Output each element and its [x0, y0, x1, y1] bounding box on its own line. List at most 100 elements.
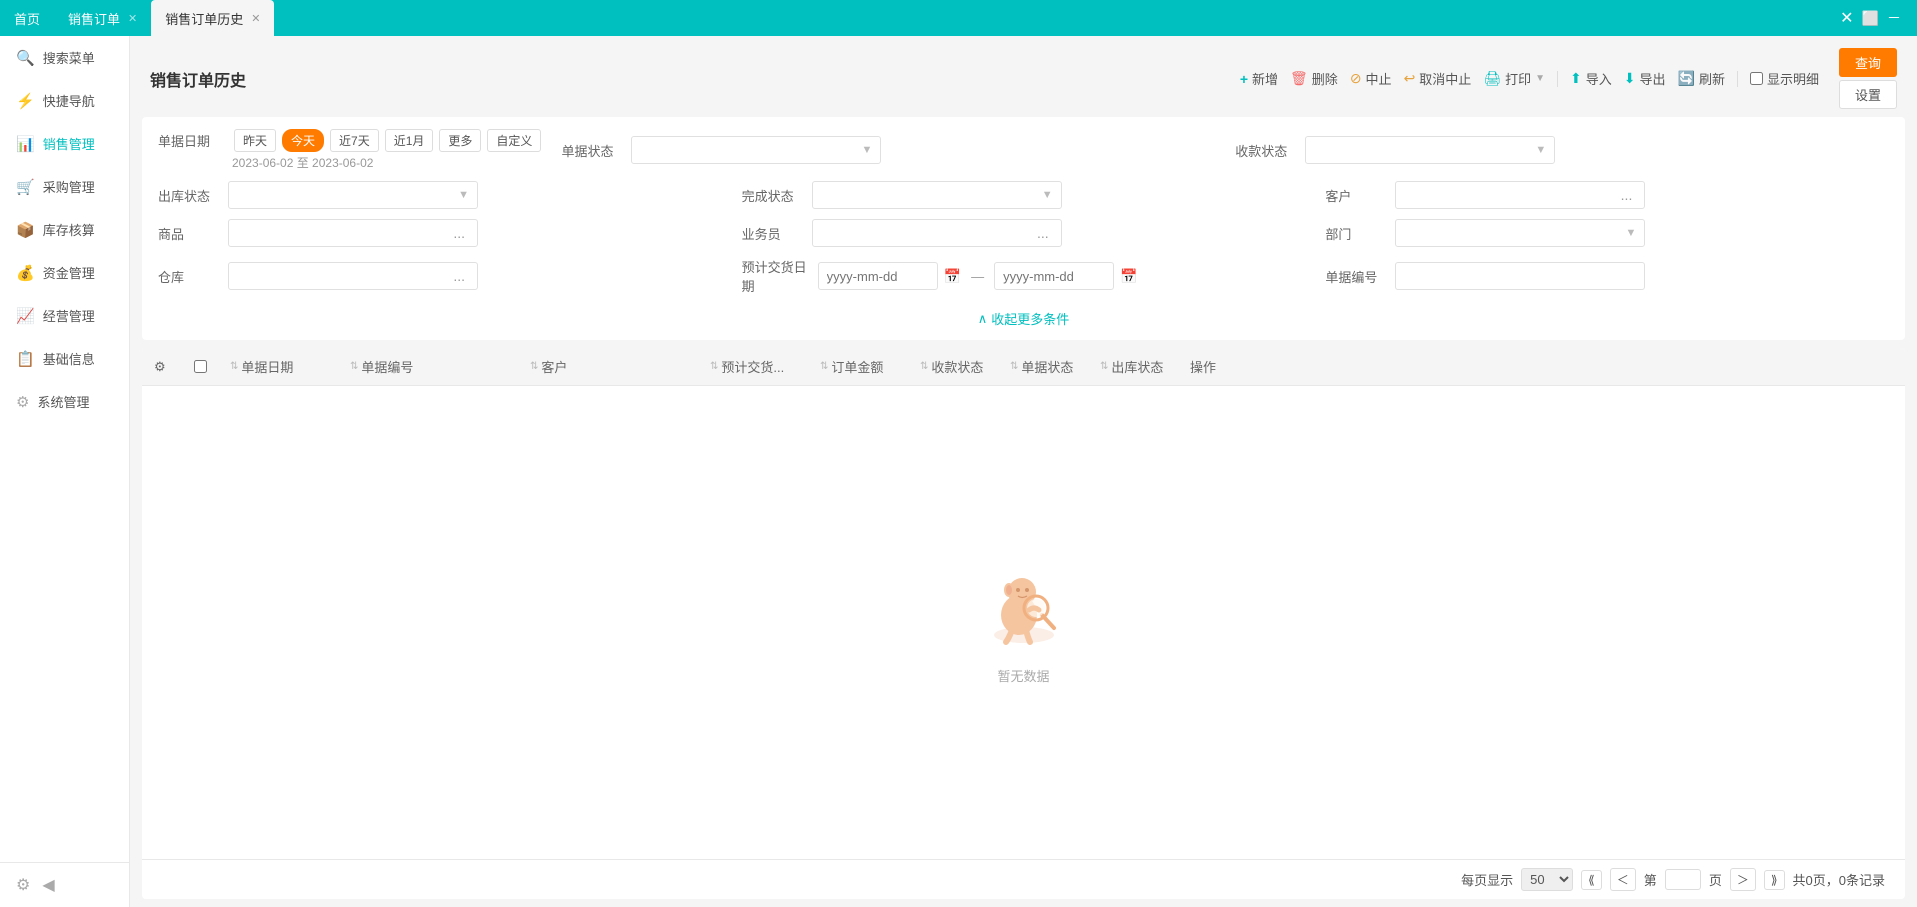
sidebar-item-system[interactable]: ⚙ 系统管理	[0, 380, 129, 423]
complete-arrow: ▼	[1042, 189, 1053, 201]
delivery-date-end[interactable]	[994, 262, 1114, 290]
th-status-label: 单据状态	[1021, 357, 1073, 376]
btn-cancel-stop-label: 取消中止	[1419, 69, 1471, 88]
collapse-btn[interactable]: ∧ 收起更多条件	[158, 305, 1889, 328]
toolbar: + 新增 🗑 删除 ⊘ 中止 ↩ 取消中止 🖨 打印	[1240, 48, 1897, 109]
btn-stop-label: 中止	[1366, 69, 1392, 88]
bill-status-select[interactable]: ▼	[631, 136, 881, 164]
complete-label: 完成状态	[742, 186, 812, 205]
btn-cancel-stop[interactable]: ↩ 取消中止	[1404, 69, 1472, 88]
customer-select[interactable]: ...	[1395, 181, 1645, 209]
dept-select[interactable]: ▼	[1395, 219, 1645, 247]
salesperson-dots[interactable]: ...	[1033, 225, 1053, 241]
sidebar-item-finance[interactable]: 💰 资金管理	[0, 251, 129, 294]
filter-row-3: 商品 ... 业务员 ... 部门	[158, 219, 1889, 247]
bill-status-arrow: ▼	[862, 144, 873, 156]
select-all-checkbox[interactable]	[194, 360, 207, 373]
finance-icon: 💰	[16, 264, 35, 282]
btn-print[interactable]: 🖨 打印 ▼	[1483, 69, 1545, 88]
btn-print-label: 打印	[1505, 69, 1531, 88]
page-size-select[interactable]: 50 20 100 200	[1521, 868, 1573, 891]
th-no[interactable]: ⇅ 单据编号	[350, 357, 530, 376]
prev-page-btn[interactable]: ＜	[1610, 868, 1636, 891]
customer-dots[interactable]: ...	[1617, 187, 1637, 203]
tab-sales-order-history[interactable]: 销售订单历史 ✕	[151, 0, 274, 36]
th-delivery[interactable]: ⇅ 预计交货...	[710, 357, 820, 376]
next-page-btn[interactable]: ＞	[1730, 868, 1756, 891]
btn-delete[interactable]: 🗑 删除	[1290, 69, 1338, 88]
btn-yesterday[interactable]: 昨天	[234, 129, 276, 152]
th-date[interactable]: ⇅ 单据日期	[230, 357, 350, 376]
print-dropdown-icon[interactable]: ▼	[1535, 73, 1545, 84]
btn-import[interactable]: ⬆ 导入	[1570, 69, 1612, 88]
import-icon: ⬆	[1570, 70, 1582, 87]
calendar-start-icon[interactable]: 📅	[944, 268, 961, 285]
query-button[interactable]: 查询	[1839, 48, 1897, 77]
setting-button[interactable]: 设置	[1839, 80, 1897, 109]
top-bar-minimize-icon[interactable]: －	[1887, 8, 1901, 28]
tab-sales-order[interactable]: 销售订单 ✕	[54, 0, 151, 36]
sidebar-item-basic-info[interactable]: 📋 基础信息	[0, 337, 129, 380]
sidebar-item-sales[interactable]: 📊 销售管理	[0, 122, 129, 165]
sidebar-item-search[interactable]: 🔍 搜索菜单	[0, 36, 129, 79]
sidebar-settings-icon[interactable]: ⚙	[16, 875, 30, 895]
th-status[interactable]: ⇅ 单据状态	[1010, 357, 1100, 376]
salesperson-select[interactable]: ...	[812, 219, 1062, 247]
outbound-select[interactable]: ▼	[228, 181, 478, 209]
btn-more-date[interactable]: 更多	[439, 129, 481, 152]
btn-new[interactable]: + 新增	[1240, 69, 1278, 88]
btn-today[interactable]: 今天	[282, 129, 324, 152]
top-bar-close-icon[interactable]: ✕	[1840, 8, 1853, 28]
last-page-btn[interactable]: ⟫	[1764, 870, 1785, 890]
sidebar-item-operation-label: 经营管理	[43, 306, 95, 325]
date-separator: —	[967, 269, 988, 284]
tab-home[interactable]: 首页	[0, 0, 54, 36]
sidebar-item-operation[interactable]: 📈 经营管理	[0, 294, 129, 337]
th-customer[interactable]: ⇅ 客户	[530, 357, 710, 376]
th-outbound[interactable]: ⇅ 出库状态	[1100, 357, 1190, 376]
sidebar-item-quick-nav[interactable]: ⚡ 快捷导航	[0, 79, 129, 122]
sidebar-collapse-icon[interactable]: ◀	[42, 875, 54, 895]
warehouse-dots[interactable]: ...	[449, 268, 469, 284]
th-receipt[interactable]: ⇅ 收款状态	[920, 357, 1010, 376]
goods-select[interactable]: ...	[228, 219, 478, 247]
complete-select[interactable]: ▼	[812, 181, 1062, 209]
bill-no-input[interactable]	[1395, 262, 1645, 290]
sidebar-item-quick-nav-label: 快捷导航	[43, 91, 95, 110]
btn-custom-date[interactable]: 自定义	[487, 129, 541, 152]
show-detail-checkbox[interactable]: 显示明细	[1750, 69, 1819, 88]
date-label: 单据日期	[158, 131, 228, 150]
delivery-date-start[interactable]	[818, 262, 938, 290]
receipt-status-select[interactable]: ▼	[1305, 136, 1555, 164]
total-records: 共0页，0条记录	[1793, 870, 1885, 889]
btn-stop[interactable]: ⊘ 中止	[1350, 69, 1392, 88]
warehouse-select[interactable]: ...	[228, 262, 478, 290]
customer-label: 客户	[1325, 186, 1395, 205]
sidebar-item-inventory[interactable]: 📦 库存核算	[0, 208, 129, 251]
sidebar-item-purchase[interactable]: 🛒 采购管理	[0, 165, 129, 208]
table-settings-icon[interactable]: ⚙	[154, 359, 166, 375]
delivery-date-label: 预计交货日期	[742, 257, 812, 295]
th-amount[interactable]: ⇅ 订单金额	[820, 357, 920, 376]
btn-1month[interactable]: 近1月	[385, 129, 434, 152]
btn-refresh[interactable]: 🔄 刷新	[1678, 69, 1725, 88]
chevron-up-icon: ∧	[978, 311, 988, 327]
empty-state: 暂无数据	[142, 386, 1905, 859]
btn-7days[interactable]: 近7天	[330, 129, 379, 152]
btn-export[interactable]: ⬇ 导出	[1624, 69, 1666, 88]
th-receipt-label: 收款状态	[931, 357, 983, 376]
inventory-icon: 📦	[16, 221, 35, 239]
top-bar-restore-icon[interactable]: ⬜	[1862, 10, 1879, 27]
page-number-input[interactable]: 1	[1665, 869, 1701, 890]
th-check[interactable]	[194, 360, 230, 373]
tab-sales-order-close[interactable]: ✕	[128, 12, 137, 25]
tab-sales-order-history-close[interactable]: ✕	[251, 12, 260, 25]
th-settings[interactable]: ⚙	[154, 359, 194, 375]
calendar-end-icon[interactable]: 📅	[1120, 268, 1137, 285]
show-detail-input[interactable]	[1750, 72, 1763, 85]
filter-area: 单据日期 昨天 今天 近7天 近1月 更多 自定义 2023-06-02 至 2…	[142, 117, 1905, 340]
first-page-btn[interactable]: ⟪	[1581, 870, 1602, 890]
goods-dots[interactable]: ...	[449, 225, 469, 241]
sidebar: 🔍 搜索菜单 ⚡ 快捷导航 📊 销售管理 🛒 采购管理 📦 库存核算 💰 资金管…	[0, 36, 130, 907]
new-icon: +	[1240, 71, 1248, 87]
